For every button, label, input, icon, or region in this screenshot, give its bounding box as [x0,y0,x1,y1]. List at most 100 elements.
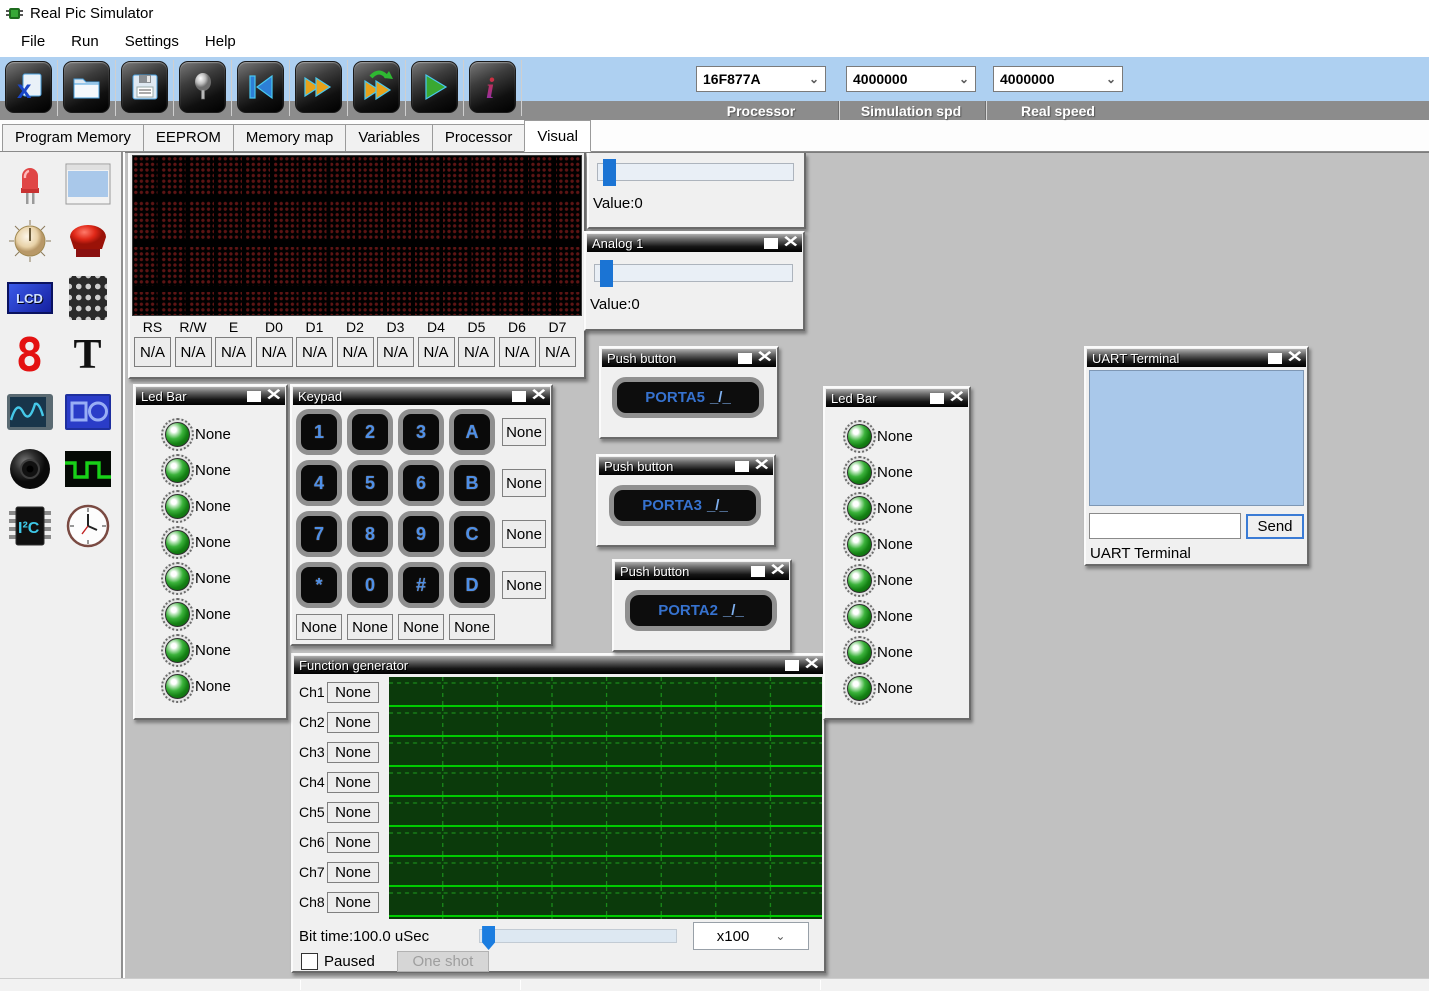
palette-item-clock[interactable] [64,502,112,550]
pin-assign-button[interactable]: N/A [417,337,455,367]
porta2-push-button[interactable]: PORTA2 _/_ [625,590,777,631]
keypad-key-2[interactable]: 2 [347,409,393,455]
led-pin-label[interactable]: None [195,678,231,695]
pin-assign-button[interactable]: N/A [296,337,333,367]
channel-assign-button[interactable]: None [327,681,379,703]
window-titlebar[interactable]: Keypad ✕ [293,387,550,405]
keypad-col-assign-button[interactable]: None [502,469,546,497]
channel-assign-button[interactable]: None [327,771,379,793]
palette-item-lcd[interactable]: LCD [6,274,54,322]
tab-variables[interactable]: Variables [345,124,433,151]
tab-eeprom[interactable]: EEPROM [142,124,234,151]
led-pin-label[interactable]: None [877,608,913,625]
sim-speed-select[interactable]: 4000000 ⌄ [846,66,976,92]
pin-button[interactable] [179,61,226,113]
keypad-key-3[interactable]: 3 [398,409,444,455]
close-icon[interactable]: ✕ [1286,350,1303,366]
minimize-button[interactable] [737,352,752,364]
palette-item-analog-display[interactable] [6,388,54,436]
led-pin-label[interactable]: None [877,464,913,481]
one-shot-button[interactable]: One shot [396,950,489,972]
pin-assign-button[interactable]: N/A [336,337,374,367]
menu-settings[interactable]: Settings [112,29,192,54]
keypad-row-assign-button[interactable]: None [398,614,444,640]
keypad-key-1[interactable]: 1 [296,409,342,455]
uart-output-area[interactable] [1089,370,1304,506]
keypad-key-star[interactable]: * [296,562,342,608]
keypad-key-7[interactable]: 7 [296,511,342,557]
pin-assign-button[interactable]: N/A [539,337,576,367]
close-icon[interactable]: ✕ [753,458,770,474]
tab-memory-map[interactable]: Memory map [232,124,347,151]
keypad-key-A[interactable]: A [449,409,495,455]
analog-slider[interactable] [597,159,794,186]
tab-program-memory[interactable]: Program Memory [2,124,144,151]
led-pin-label[interactable]: None [195,462,231,479]
tab-processor[interactable]: Processor [431,124,526,151]
keypad-key-0[interactable]: 0 [347,562,393,608]
slider-thumb[interactable] [603,159,616,186]
channel-assign-button[interactable]: None [327,711,379,733]
window-titlebar[interactable]: Push button ✕ [599,457,773,475]
channel-assign-button[interactable]: None [327,801,379,823]
send-button[interactable]: Send [1246,513,1304,539]
close-icon[interactable]: ✕ [803,657,820,673]
window-titlebar[interactable]: Analog 1 ✕ [587,234,802,252]
bit-time-slider[interactable] [479,926,678,950]
keypad-col-assign-button[interactable]: None [502,520,546,548]
palette-item-seven-segment[interactable]: 8 [6,331,54,379]
close-icon[interactable]: ✕ [948,390,965,406]
led-pin-label[interactable]: None [877,428,913,445]
minimize-button[interactable] [750,565,765,577]
led-pin-label[interactable]: None [195,642,231,659]
palette-item-oscilloscope[interactable] [64,388,112,436]
window-titlebar[interactable]: Function generator ✕ [294,656,823,674]
real-speed-select[interactable]: 4000000 ⌄ [993,66,1123,92]
keypad-key-6[interactable]: 6 [398,460,444,506]
multiplier-select[interactable]: x100 ⌄ [693,922,810,950]
keypad-key-hash[interactable]: # [398,562,444,608]
close-icon[interactable]: ✕ [265,388,282,404]
porta5-push-button[interactable]: PORTA5 _/_ [612,377,764,418]
palette-item-led[interactable] [6,160,54,208]
keypad-key-8[interactable]: 8 [347,511,393,557]
palette-item-emergency-button[interactable] [64,217,112,265]
keypad-key-4[interactable]: 4 [296,460,342,506]
window-titlebar[interactable]: UART Terminal ✕ [1087,349,1306,367]
processor-select[interactable]: 16F877A ⌄ [696,66,826,92]
pin-assign-button[interactable]: N/A [134,337,171,367]
menu-file[interactable]: File [8,29,58,54]
pin-assign-button[interactable]: N/A [174,337,212,367]
pin-assign-button[interactable]: N/A [215,337,252,367]
pin-assign-button[interactable]: N/A [498,337,536,367]
close-icon[interactable]: ✕ [756,350,773,366]
channel-assign-button[interactable]: None [327,861,379,883]
palette-item-uart-terminal[interactable] [64,160,112,208]
led-pin-label[interactable]: None [195,498,231,515]
info-button[interactable]: i [469,61,516,113]
channel-assign-button[interactable]: None [327,741,379,763]
uart-input[interactable] [1089,513,1241,539]
keypad-row-assign-button[interactable]: None [449,614,495,640]
window-titlebar[interactable]: Push button ✕ [615,562,789,580]
palette-item-speaker[interactable] [6,445,54,493]
minimize-button[interactable] [1267,352,1282,364]
keypad-key-D[interactable]: D [449,562,495,608]
pin-assign-button[interactable]: N/A [255,337,293,367]
minimize-button[interactable] [763,237,778,249]
minimize-button[interactable] [246,390,261,402]
channel-assign-button[interactable]: None [327,831,379,853]
led-pin-label[interactable]: None [877,680,913,697]
palette-item-i2c[interactable]: I²C [6,502,54,550]
palette-item-knob[interactable] [6,217,54,265]
save-button[interactable] [121,61,168,113]
minimize-button[interactable] [784,659,799,671]
led-pin-label[interactable]: None [195,534,231,551]
exit-button[interactable]: x [5,61,52,113]
led-pin-label[interactable]: None [877,500,913,517]
open-button[interactable] [63,61,110,113]
window-titlebar[interactable]: Led Bar ✕ [136,387,285,405]
run-button[interactable] [411,61,458,113]
minimize-button[interactable] [734,460,749,472]
led-pin-label[interactable]: None [877,572,913,589]
